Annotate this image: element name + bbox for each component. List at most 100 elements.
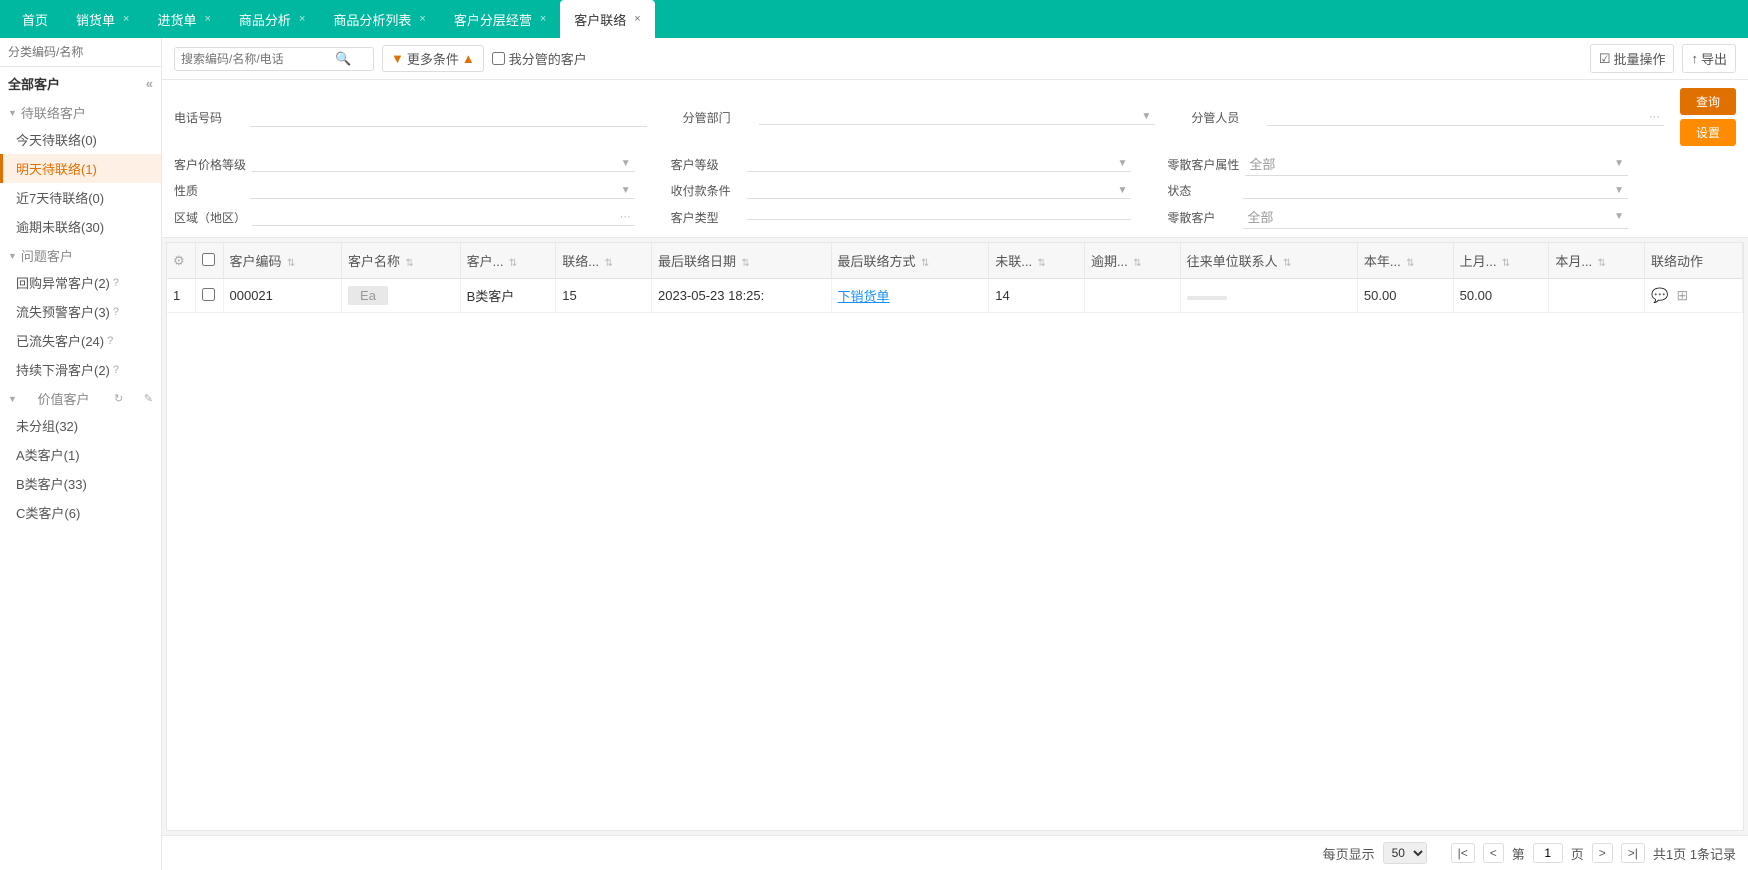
my-customers-checkbox[interactable] <box>492 52 505 65</box>
search-input[interactable] <box>181 52 331 66</box>
refresh-icon[interactable]: ↻ <box>114 392 123 405</box>
close-icon[interactable]: × <box>540 13 546 25</box>
sidebar-item-ungrouped[interactable]: 未分组(32) <box>0 411 161 440</box>
row-checkbox[interactable] <box>195 279 223 313</box>
toolbar: 🔍 ▼ 更多条件 ▲ 我分管的客户 ☑ 批量操作 ↑ 导出 <box>162 38 1748 80</box>
sort-icon[interactable]: ⇅ <box>1037 258 1045 269</box>
filter-retail-customer-select[interactable]: 全部 ▼ <box>1243 205 1628 229</box>
filter-region-select[interactable]: ··· <box>252 209 635 226</box>
row-code: 000021 <box>223 279 342 313</box>
prev-page-button[interactable]: < <box>1483 843 1504 863</box>
close-icon[interactable]: × <box>419 13 425 25</box>
export-button[interactable]: ↑ 导出 <box>1682 44 1736 73</box>
close-icon[interactable]: × <box>123 13 129 25</box>
col-settings[interactable]: ⚙ <box>167 243 195 279</box>
sidebar-item-declining-customers[interactable]: 持续下滑客户(2) ? <box>0 355 161 384</box>
sort-icon[interactable]: ⇅ <box>1598 258 1606 269</box>
sidebar-all-customers[interactable]: 全部客户 « <box>0 67 161 98</box>
page-number-input[interactable] <box>1533 843 1563 863</box>
sort-icon[interactable]: ⇅ <box>921 258 929 269</box>
filter-customer-price-select[interactable]: ▼ <box>252 156 635 172</box>
export-icon: ↑ <box>1691 51 1698 66</box>
query-button[interactable]: 查询 <box>1680 88 1736 115</box>
row-select-checkbox[interactable] <box>202 288 215 301</box>
filter-status-select[interactable]: ▼ <box>1243 183 1628 199</box>
per-page-select[interactable]: 50 <box>1383 842 1427 864</box>
sidebar-item-tomorrow-contact[interactable]: 明天待联络(1) <box>0 154 161 183</box>
last-page-button[interactable]: >| <box>1621 843 1645 863</box>
sort-icon[interactable]: ⇅ <box>741 258 749 269</box>
filter-retail-customer: 零散客户 全部 ▼ <box>1167 205 1628 229</box>
sidebar-search-bar[interactable]: 🔍 <box>0 38 161 67</box>
sort-icon[interactable]: ⇅ <box>1502 258 1510 269</box>
sidebar-item-7day-contact[interactable]: 近7天待联络(0) <box>0 183 161 212</box>
sidebar: 🔍 全部客户 « 待联络客户 今天待联络(0) 明天待联络(1) 近7天待联络(… <box>0 38 162 870</box>
filter-person-select[interactable]: ··· <box>1267 109 1664 126</box>
sidebar-item-churn-warning[interactable]: 流失预警客户(3) ? <box>0 297 161 326</box>
search-icon[interactable]: 🔍 <box>335 51 351 67</box>
more-filter-button[interactable]: ▼ 更多条件 ▲ <box>382 45 484 72</box>
sort-icon[interactable]: ⇅ <box>1283 258 1291 269</box>
col-last-contact-method: 最后联络方式 ⇅ <box>831 243 989 279</box>
chevron-down-icon: ▼ <box>1117 158 1127 169</box>
footer: 每页显示 50 |< < 第 页 > >| 共1页 1条记录 <box>162 835 1748 870</box>
filter-payment-select[interactable]: ▼ <box>747 183 1132 199</box>
sidebar-group-pending-contact[interactable]: 待联络客户 <box>0 98 161 125</box>
sort-icon[interactable]: ⇅ <box>405 258 413 269</box>
sort-icon[interactable]: ⇅ <box>509 258 517 269</box>
customer-table: ⚙ 客户编码 ⇅ 客户名称 ⇅ <box>166 242 1744 831</box>
ellipsis-icon[interactable]: ··· <box>1649 111 1660 123</box>
sort-icon[interactable]: ⇅ <box>604 258 612 269</box>
sidebar-item-lost-customers[interactable]: 已流失客户(24) ? <box>0 326 161 355</box>
settings-button[interactable]: 设置 <box>1680 119 1736 146</box>
sidebar-item-b-class[interactable]: B类客户(33) <box>0 469 161 498</box>
first-page-button[interactable]: |< <box>1451 843 1475 863</box>
sort-icon[interactable]: ⇅ <box>1406 258 1414 269</box>
close-icon[interactable]: × <box>299 13 305 25</box>
filter-dept-select[interactable]: ▼ <box>759 109 1156 125</box>
filter-panel: 电话号码 分管部门 ▼ 分管人员 ··· <box>162 80 1748 238</box>
collapse-icon[interactable]: « <box>146 76 153 91</box>
action-more-icon[interactable]: ⊞ <box>1676 287 1688 304</box>
nav-home[interactable]: 首页 <box>8 0 62 38</box>
nav-customer-contact[interactable]: 客户联络 × <box>560 0 654 38</box>
sidebar-group-value-customers[interactable]: 价值客户 ↻ ✎ <box>0 384 161 411</box>
filter-region: 区域（地区） ··· <box>174 209 635 226</box>
filter-customer-level-select[interactable]: ▼ <box>747 156 1132 172</box>
close-icon[interactable]: × <box>204 13 210 25</box>
sort-icon[interactable]: ⇅ <box>1133 258 1141 269</box>
action-contact-icon[interactable]: 💬 <box>1651 287 1668 304</box>
sidebar-item-c-class[interactable]: C类客户(6) <box>0 498 161 527</box>
sidebar-group-problem-customers[interactable]: 问题客户 <box>0 241 161 268</box>
sort-icon[interactable]: ⇅ <box>287 258 295 269</box>
my-customers-checkbox-label[interactable]: 我分管的客户 <box>492 49 587 68</box>
nav-customer-tier[interactable]: 客户分层经营 × <box>440 0 560 38</box>
edit-icon[interactable]: ✎ <box>144 392 153 405</box>
filter-customer-type-select[interactable] <box>747 215 1132 220</box>
col-checkbox[interactable] <box>195 243 223 279</box>
nav-purchase-order[interactable]: 进货单 × <box>143 0 224 38</box>
filter-customer-type: 客户类型 <box>671 209 1132 226</box>
next-page-button[interactable]: > <box>1592 843 1613 863</box>
sidebar-item-a-class[interactable]: A类客户(1) <box>0 440 161 469</box>
row-last-contact-method[interactable]: 下销货单 <box>831 279 989 313</box>
nav-sales-order[interactable]: 销货单 × <box>62 0 143 38</box>
select-all-checkbox[interactable] <box>202 253 215 266</box>
filter-phone: 电话号码 <box>174 108 647 127</box>
close-icon[interactable]: × <box>634 13 640 25</box>
filter-gender-select[interactable]: ▼ <box>250 183 635 199</box>
settings-icon[interactable]: ⚙ <box>173 253 185 268</box>
col-not-contacted: 未联... ⇅ <box>989 243 1085 279</box>
ellipsis-icon[interactable]: ··· <box>620 211 631 223</box>
nav-product-analysis[interactable]: 商品分析 × <box>225 0 319 38</box>
filter-phone-input[interactable] <box>250 108 647 127</box>
sidebar-item-today-contact[interactable]: 今天待联络(0) <box>0 125 161 154</box>
search-bar[interactable]: 🔍 <box>174 47 374 71</box>
batch-action-button[interactable]: ☑ 批量操作 <box>1590 44 1675 73</box>
nav-product-analysis-list[interactable]: 商品分析列表 × <box>319 0 439 38</box>
sidebar-item-repurchase-abnormal[interactable]: 回购异常客户(2) ? <box>0 268 161 297</box>
sidebar-item-overdue-contact[interactable]: 逾期未联络(30) <box>0 212 161 241</box>
filter-retail-attr-select[interactable]: 全部 ▼ <box>1245 152 1628 176</box>
sidebar-search-input[interactable] <box>8 45 162 59</box>
col-contacts: 联络... ⇅ <box>556 243 652 279</box>
